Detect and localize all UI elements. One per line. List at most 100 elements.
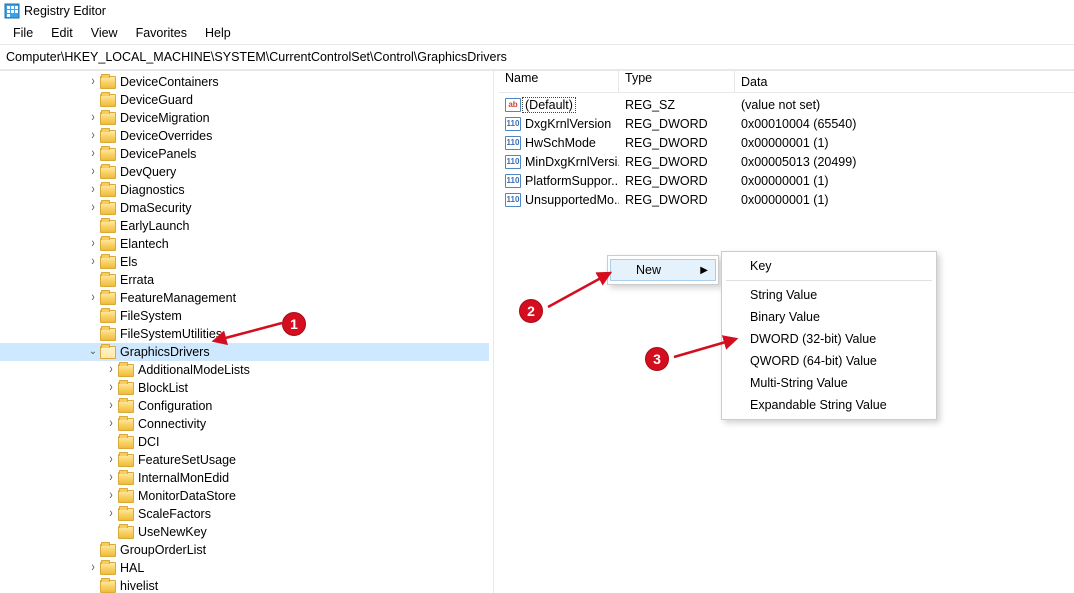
context-item-multi-string-value[interactable]: Multi-String Value: [724, 372, 934, 394]
tree-expander-icon[interactable]: ›: [86, 108, 100, 128]
tree-expander-icon[interactable]: ›: [104, 360, 118, 380]
menu-favorites[interactable]: Favorites: [127, 24, 196, 42]
tree-label: Els: [120, 255, 137, 269]
value-row[interactable]: 110DxgKrnlVersionREG_DWORD0x00010004 (65…: [499, 114, 1074, 133]
titlebar: Registry Editor: [0, 0, 1074, 22]
column-name[interactable]: Name: [499, 71, 619, 92]
tree-item-diagnostics[interactable]: › Diagnostics: [0, 181, 489, 199]
tree-item-featuremanagement[interactable]: ›FeatureManagement: [0, 289, 489, 307]
tree-item-filesystemutilities[interactable]: FileSystemUtilities: [0, 325, 489, 343]
tree-item-grouporderlist[interactable]: GroupOrderList: [0, 541, 489, 559]
tree-expander-icon[interactable]: ›: [86, 198, 100, 218]
column-header[interactable]: Name Type Data: [499, 71, 1074, 93]
tree-item-hal[interactable]: › HAL: [0, 559, 489, 577]
tree-label: Diagnostics: [120, 183, 185, 197]
tree-pane[interactable]: ›DeviceContainersDeviceGuard›DeviceMigra…: [0, 71, 494, 593]
address-text: Computer\HKEY_LOCAL_MACHINE\SYSTEM\Curre…: [6, 50, 507, 64]
tree-label: BlockList: [138, 381, 188, 395]
folder-icon: [118, 508, 134, 521]
address-bar[interactable]: Computer\HKEY_LOCAL_MACHINE\SYSTEM\Curre…: [0, 44, 1074, 70]
tree-expander-icon[interactable]: ›: [86, 288, 100, 308]
tree-item-earlylaunch[interactable]: EarlyLaunch: [0, 217, 489, 235]
context-item-string-value[interactable]: String Value: [724, 284, 934, 306]
tree-expander-icon[interactable]: ›: [86, 72, 100, 92]
folder-icon: [118, 418, 134, 431]
tree-expander-icon[interactable]: ›: [104, 396, 118, 416]
folder-icon: [100, 346, 116, 359]
context-item-label: QWORD (64-bit) Value: [750, 354, 877, 368]
context-item-binary-value[interactable]: Binary Value: [724, 306, 934, 328]
tree-item-monitordatastore[interactable]: ›MonitorDataStore: [0, 487, 489, 505]
value-row[interactable]: 110HwSchModeREG_DWORD0x00000001 (1): [499, 133, 1074, 152]
tree-expander-icon[interactable]: ›: [86, 162, 100, 182]
tree-expander-icon[interactable]: ›: [86, 558, 100, 578]
context-item-qword-64-bit-value[interactable]: QWORD (64-bit) Value: [724, 350, 934, 372]
tree-item-dmasecurity[interactable]: ›DmaSecurity: [0, 199, 489, 217]
tree-item-els[interactable]: › Els: [0, 253, 489, 271]
tree-item-additionalmodelists[interactable]: ›AdditionalModeLists: [0, 361, 489, 379]
tree-item-errata[interactable]: Errata: [0, 271, 489, 289]
value-row[interactable]: 110PlatformSuppor...REG_DWORD0x00000001 …: [499, 171, 1074, 190]
menu-help[interactable]: Help: [196, 24, 240, 42]
tree-label: InternalMonEdid: [138, 471, 229, 485]
menu-file[interactable]: File: [4, 24, 42, 42]
tree-label: FeatureSetUsage: [138, 453, 236, 467]
value-row[interactable]: 110UnsupportedMo...REG_DWORD0x00000001 (…: [499, 190, 1074, 209]
tree-item-blocklist[interactable]: › BlockList: [0, 379, 489, 397]
tree-expander-icon[interactable]: ›: [104, 450, 118, 470]
tree-item-scalefactors[interactable]: ›ScaleFactors: [0, 505, 489, 523]
value-type: REG_SZ: [619, 98, 735, 112]
tree-item-elantech[interactable]: ›Elantech: [0, 235, 489, 253]
context-menu[interactable]: New ▶: [607, 255, 719, 285]
context-item-new[interactable]: New ▶: [610, 259, 716, 281]
folder-icon: [118, 526, 134, 539]
tree-label: DeviceMigration: [120, 111, 210, 125]
tree-item-internalmonedid[interactable]: › InternalMonEdid: [0, 469, 489, 487]
tree-expander-icon[interactable]: ›: [104, 414, 118, 434]
tree-label: DeviceOverrides: [120, 129, 212, 143]
tree-expander-icon[interactable]: ›: [86, 126, 100, 146]
context-item-expandable-string-value[interactable]: Expandable String Value: [724, 394, 934, 416]
context-item-dword-32-bit-value[interactable]: DWORD (32-bit) Value: [724, 328, 934, 350]
tree-expander-icon[interactable]: ›: [104, 504, 118, 524]
tree-expander-icon[interactable]: ⌄: [86, 345, 100, 359]
folder-icon: [100, 580, 116, 593]
tree-expander-icon[interactable]: ›: [104, 378, 118, 398]
tree-item-devicecontainers[interactable]: ›DeviceContainers: [0, 73, 489, 91]
tree-item-featuresetusage[interactable]: › FeatureSetUsage: [0, 451, 489, 469]
value-data: 0x00010004 (65540): [735, 117, 1074, 131]
tree-label: Errata: [120, 273, 154, 287]
value-name: DxgKrnlVersion: [525, 117, 611, 131]
tree-item-deviceoverrides[interactable]: › DeviceOverrides: [0, 127, 489, 145]
tree-item-connectivity[interactable]: ›Connectivity: [0, 415, 489, 433]
context-submenu[interactable]: Key String ValueBinary ValueDWORD (32-bit…: [721, 251, 937, 420]
value-row[interactable]: 110MinDxgKrnlVersi...REG_DWORD0x00005013…: [499, 152, 1074, 171]
tree-label: hivelist: [120, 579, 158, 593]
tree-item-devicepanels[interactable]: ›DevicePanels: [0, 145, 489, 163]
value-row[interactable]: ab(Default)REG_SZ(value not set): [499, 95, 1074, 114]
tree-expander-icon[interactable]: ›: [86, 252, 100, 272]
tree-item-configuration[interactable]: ›Configuration: [0, 397, 489, 415]
value-type: REG_DWORD: [619, 136, 735, 150]
tree-item-filesystem[interactable]: FileSystem: [0, 307, 489, 325]
column-data[interactable]: Data: [735, 75, 1074, 89]
tree-expander-icon[interactable]: ›: [86, 234, 100, 254]
tree-expander-icon[interactable]: ›: [104, 486, 118, 506]
context-item-key[interactable]: Key: [724, 255, 934, 277]
tree-expander-icon[interactable]: ›: [104, 468, 118, 488]
tree-item-dci[interactable]: DCI: [0, 433, 489, 451]
tree-item-usenewkey[interactable]: UseNewKey: [0, 523, 489, 541]
column-type[interactable]: Type: [619, 71, 735, 92]
tree-item-deviceguard[interactable]: DeviceGuard: [0, 91, 489, 109]
context-separator: [726, 280, 932, 281]
tree-expander-icon[interactable]: ›: [86, 144, 100, 164]
tree-label: HAL: [120, 561, 144, 575]
tree-item-devquery[interactable]: ›DevQuery: [0, 163, 489, 181]
tree-item-graphicsdrivers[interactable]: ⌄GraphicsDrivers: [0, 343, 489, 361]
menu-view[interactable]: View: [82, 24, 127, 42]
tree-expander-icon[interactable]: ›: [86, 180, 100, 200]
tree-item-devicemigration[interactable]: › DeviceMigration: [0, 109, 489, 127]
tree-item-hivelist[interactable]: hivelist: [0, 577, 489, 593]
folder-icon: [100, 76, 116, 89]
menu-edit[interactable]: Edit: [42, 24, 82, 42]
